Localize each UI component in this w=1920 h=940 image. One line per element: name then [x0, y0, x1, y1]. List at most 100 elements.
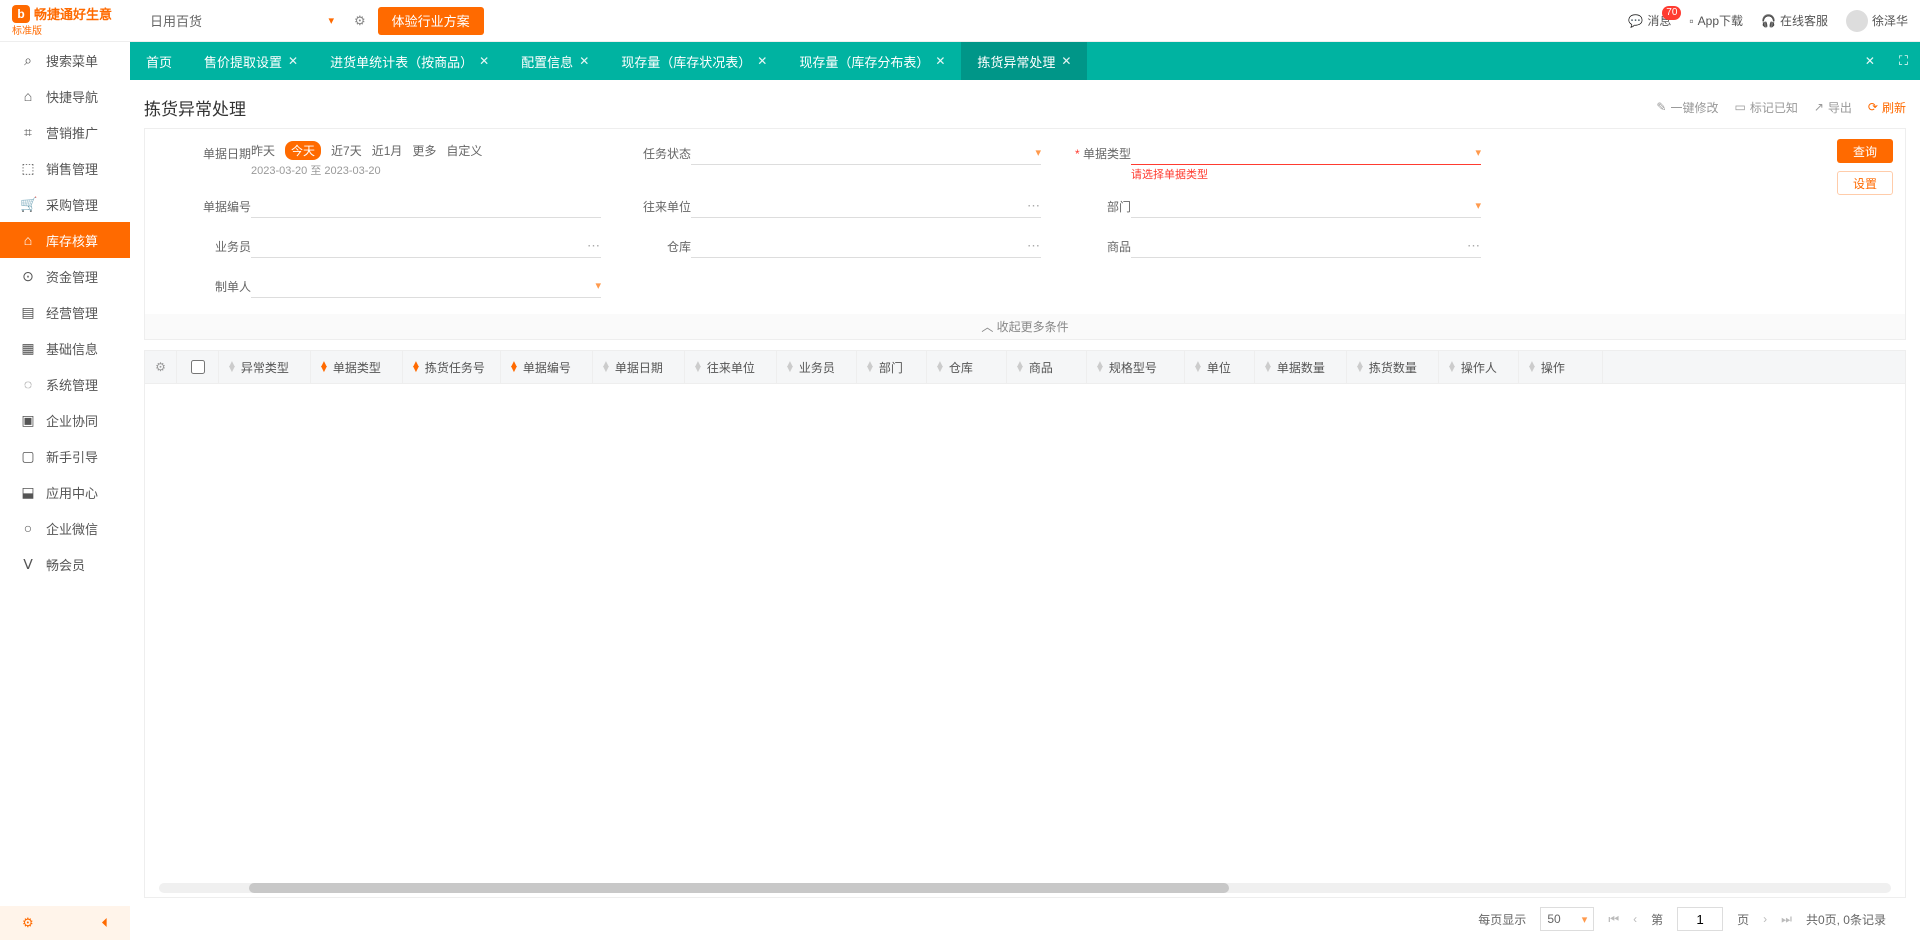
page-prev-icon[interactable]: ‹: [1633, 912, 1637, 926]
input-task-status[interactable]: ▾: [691, 141, 1041, 165]
scrollbar-thumb[interactable]: [249, 883, 1229, 893]
mark-read-action[interactable]: ▭标记已知: [1734, 99, 1797, 116]
column-settings[interactable]: ⚙: [145, 351, 177, 383]
sort-icon: ▲▼: [935, 362, 945, 372]
column-header[interactable]: ▲▼单据日期: [593, 351, 685, 383]
date-more[interactable]: 更多: [412, 142, 436, 159]
select-all[interactable]: [177, 351, 219, 383]
tab-6[interactable]: 拣货异常处理✕: [961, 42, 1087, 80]
close-icon[interactable]: ✕: [288, 54, 298, 68]
query-button[interactable]: 查询: [1837, 139, 1893, 163]
sidebar-item-13[interactable]: ○企业微信: [0, 510, 130, 546]
industry-selector[interactable]: 日用百货 ▾: [142, 7, 342, 35]
sidebar-item-3[interactable]: ⬚销售管理: [0, 150, 130, 186]
tab-2[interactable]: 进货单统计表（按商品）✕: [314, 42, 505, 80]
tab-4[interactable]: 现存量（库存状况表）✕: [605, 42, 783, 80]
date-today[interactable]: 今天: [285, 141, 321, 160]
column-header[interactable]: ▲▼仓库: [927, 351, 1007, 383]
sidebar-icon: ▣: [20, 412, 36, 429]
export-action[interactable]: ↗导出: [1814, 99, 1852, 116]
column-label: 单据编号: [523, 359, 571, 376]
lookup-icon[interactable]: ⋯: [587, 238, 601, 254]
sidebar-item-11[interactable]: ▢新手引导: [0, 438, 130, 474]
column-header[interactable]: ▲▼商品: [1007, 351, 1087, 383]
experience-button[interactable]: 体验行业方案: [378, 7, 484, 35]
sidebar-item-5[interactable]: ⌂库存核算: [0, 222, 130, 258]
close-icon[interactable]: ✕: [935, 54, 945, 68]
filter-settings-button[interactable]: 设置: [1837, 171, 1893, 195]
input-bill-type[interactable]: ▾ 请选择单据类型: [1131, 141, 1481, 165]
input-maker[interactable]: ▾: [251, 274, 601, 298]
input-goods[interactable]: ⋯: [1131, 234, 1481, 258]
sidebar-item-10[interactable]: ▣企业协同: [0, 402, 130, 438]
app-download-link[interactable]: ▫ App下载: [1689, 12, 1743, 29]
tab-1[interactable]: 售价提取设置✕: [188, 42, 314, 80]
close-icon[interactable]: ✕: [757, 54, 767, 68]
sidebar-item-4[interactable]: 🛒采购管理: [0, 186, 130, 222]
input-warehouse[interactable]: ⋯: [691, 234, 1041, 258]
lookup-icon[interactable]: ⋯: [1027, 198, 1041, 214]
close-icon[interactable]: ✕: [479, 54, 489, 68]
column-header[interactable]: ▲▼往来单位: [685, 351, 777, 383]
sidebar-item-9[interactable]: ◌系统管理: [0, 366, 130, 402]
column-header[interactable]: ▲▼单据编号: [501, 351, 593, 383]
page-last-icon[interactable]: ⏭: [1781, 912, 1792, 927]
sidebar-item-7[interactable]: ▤经营管理: [0, 294, 130, 330]
messages-link[interactable]: 💬 消息 70: [1628, 12, 1671, 29]
input-bill-no[interactable]: [251, 194, 601, 218]
close-icon[interactable]: ✕: [1061, 54, 1071, 68]
label-goods: 商品: [1045, 234, 1131, 255]
lookup-icon[interactable]: ⋯: [1027, 238, 1041, 254]
tabs-close-all[interactable]: ✕: [1853, 42, 1887, 80]
column-header[interactable]: ▲▼单据类型: [311, 351, 403, 383]
refresh-action[interactable]: ⟳刷新: [1868, 99, 1906, 116]
support-link[interactable]: 🎧 在线客服: [1761, 12, 1828, 29]
settings-icon[interactable]: ⚙: [354, 13, 366, 29]
sidebar-item-6[interactable]: ⊙资金管理: [0, 258, 130, 294]
lookup-icon[interactable]: ⋯: [1467, 238, 1481, 254]
sidebar-item-2[interactable]: ⌗营销推广: [0, 114, 130, 150]
gear-icon[interactable]: ⚙: [22, 915, 34, 931]
horizontal-scrollbar[interactable]: [159, 883, 1891, 893]
select-all-checkbox[interactable]: [191, 360, 205, 374]
tab-5[interactable]: 现存量（库存分布表）✕: [783, 42, 961, 80]
sidebar-item-label: 基础信息: [46, 339, 98, 358]
close-icon[interactable]: ✕: [579, 54, 589, 68]
column-header[interactable]: ▲▼拣货数量: [1347, 351, 1439, 383]
column-header[interactable]: ▲▼拣货任务号: [403, 351, 501, 383]
input-sales[interactable]: ⋯: [251, 234, 601, 258]
table-body: [144, 384, 1906, 898]
sidebar-item-12[interactable]: ⬓应用中心: [0, 474, 130, 510]
column-header[interactable]: ▲▼单位: [1185, 351, 1255, 383]
column-header[interactable]: ▲▼规格型号: [1087, 351, 1185, 383]
page-title: 拣货异常处理: [144, 95, 246, 120]
column-header[interactable]: ▲▼业务员: [777, 351, 857, 383]
column-header[interactable]: ▲▼操作: [1519, 351, 1603, 383]
sidebar-item-1[interactable]: ⌂快捷导航: [0, 78, 130, 114]
column-header[interactable]: ▲▼异常类型: [219, 351, 311, 383]
input-dept[interactable]: ▾: [1131, 194, 1481, 218]
date-7d[interactable]: 近7天: [331, 142, 362, 159]
sidebar-item-8[interactable]: ▦基础信息: [0, 330, 130, 366]
collapse-icon[interactable]: ⏴: [102, 915, 109, 931]
page-input[interactable]: [1677, 907, 1723, 931]
tabs-expand[interactable]: ⛶: [1887, 42, 1920, 80]
tab-3[interactable]: 配置信息✕: [505, 42, 605, 80]
collapse-filters[interactable]: ︿ 收起更多条件: [145, 314, 1905, 339]
date-1m[interactable]: 近1月: [372, 142, 403, 159]
date-custom[interactable]: 自定义: [446, 142, 482, 159]
per-page-select[interactable]: 50▾: [1540, 907, 1594, 931]
date-yesterday[interactable]: 昨天: [251, 142, 275, 159]
page-first-icon[interactable]: ⏮: [1608, 912, 1619, 927]
column-header[interactable]: ▲▼部门: [857, 351, 927, 383]
page-next-icon[interactable]: ›: [1763, 912, 1767, 926]
batch-edit-action[interactable]: ✎一键修改: [1656, 99, 1718, 116]
tab-0[interactable]: 首页: [130, 42, 188, 80]
input-partner[interactable]: ⋯: [691, 194, 1041, 218]
user-menu[interactable]: 徐泽华: [1846, 10, 1908, 32]
sidebar-item-14[interactable]: Ⅴ畅会员: [0, 546, 130, 582]
sort-icon: ▲▼: [1193, 362, 1203, 372]
column-header[interactable]: ▲▼单据数量: [1255, 351, 1347, 383]
sidebar-item-0[interactable]: ⌕搜索菜单: [0, 42, 130, 78]
column-header[interactable]: ▲▼操作人: [1439, 351, 1519, 383]
